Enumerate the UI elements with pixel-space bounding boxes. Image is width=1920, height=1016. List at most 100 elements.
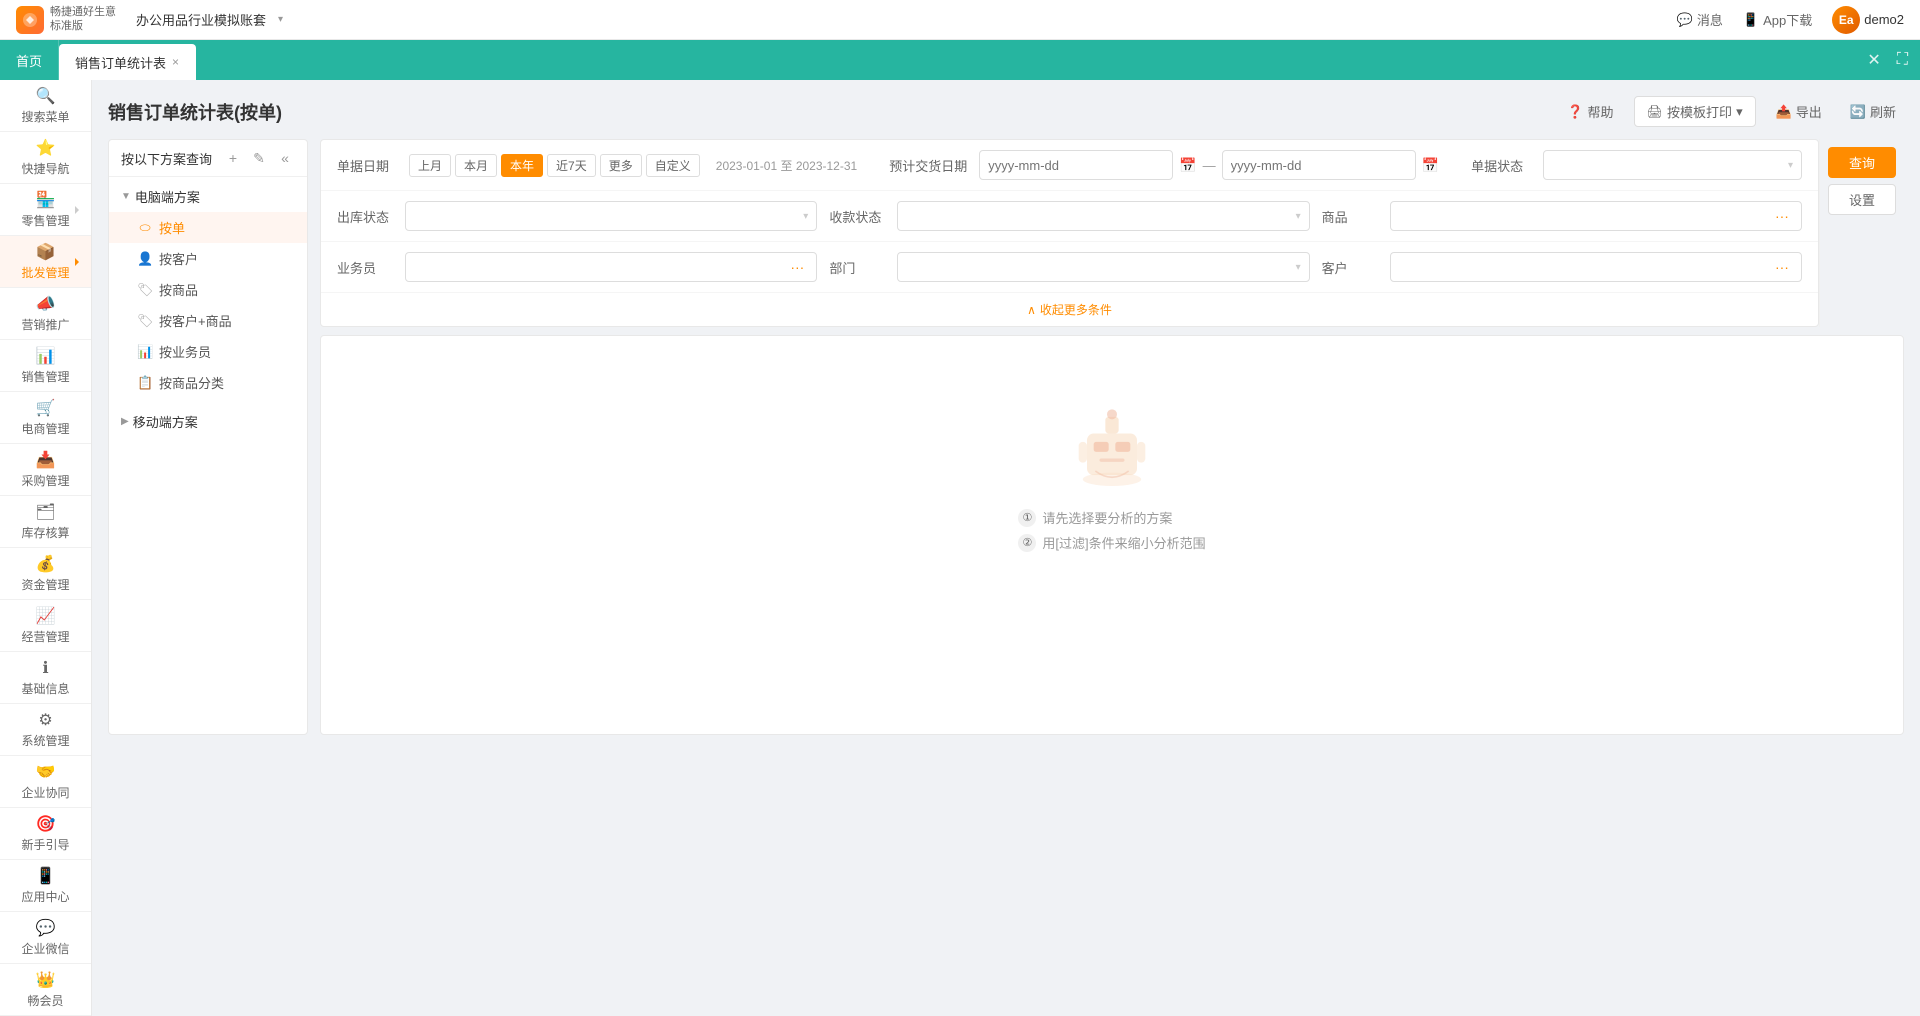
scheme-group-pc-header[interactable]: ▼ 电脑端方案 bbox=[109, 181, 307, 212]
purchase-icon: 📥 bbox=[36, 450, 56, 470]
sidebar-item-sales[interactable]: 📊 销售管理 bbox=[0, 340, 91, 392]
finance-icon: 💰 bbox=[36, 554, 56, 574]
salesperson-select[interactable]: ··· bbox=[405, 252, 817, 282]
sidebar-item-enterprise[interactable]: 🤝 企业协同 bbox=[0, 756, 91, 808]
scheme-group-mobile-header[interactable]: ▶ 移动端方案 bbox=[109, 406, 307, 437]
sidebar-item-quick-nav[interactable]: ⭐ 快捷导航 bbox=[0, 132, 91, 184]
logo-icon bbox=[16, 6, 44, 34]
tab-sales-order[interactable]: 销售订单统计表 × bbox=[59, 44, 196, 80]
doc-status-select[interactable]: ▾ bbox=[1543, 150, 1802, 180]
dept-select[interactable]: ▾ bbox=[897, 252, 1309, 282]
export-btn[interactable]: 📤 导出 bbox=[1768, 98, 1830, 125]
sidebar-item-operations[interactable]: 📈 经营管理 bbox=[0, 600, 91, 652]
this-month-btn[interactable]: 本月 bbox=[455, 154, 497, 177]
sidebar-item-system[interactable]: ⚙ 系统管理 bbox=[0, 704, 91, 756]
customer-ellipsis-btn[interactable]: ··· bbox=[1771, 259, 1793, 275]
empty-illustration bbox=[1062, 396, 1162, 496]
expected-date-from[interactable] bbox=[979, 150, 1173, 180]
sidebar-item-finance[interactable]: 💰 资金管理 bbox=[0, 548, 91, 600]
expected-date-to[interactable] bbox=[1222, 150, 1416, 180]
app-download-action[interactable]: 📱 App下载 bbox=[1743, 10, 1812, 29]
scheme-add-btn[interactable]: + bbox=[223, 148, 243, 168]
sidebar-item-corpwechat[interactable]: 💬 企业微信 bbox=[0, 912, 91, 964]
help-btn[interactable]: ❓ 帮助 bbox=[1559, 98, 1621, 125]
customer-select[interactable]: ··· bbox=[1390, 252, 1802, 282]
expected-date-to-icon[interactable]: 📅 bbox=[1422, 157, 1439, 174]
sidebar-item-appcenter[interactable]: 📱 应用中心 bbox=[0, 860, 91, 912]
tab-bar: 首页 销售订单统计表 × ✕ ⛶ bbox=[0, 40, 1920, 80]
last7days-btn[interactable]: 近7天 bbox=[547, 154, 596, 177]
sidebar-item-newbie[interactable]: 🎯 新手引导 bbox=[0, 808, 91, 860]
scheme-item-by-sales[interactable]: 📊 按业务员 bbox=[109, 336, 307, 367]
scheme-edit-btn[interactable]: ✎ bbox=[249, 148, 269, 168]
retail-icon: 🏪 bbox=[36, 190, 56, 210]
help-icon: ❓ bbox=[1567, 104, 1583, 120]
workspace-title: 办公用品行业模拟账套 bbox=[136, 10, 266, 29]
scheme-group-mobile: ▶ 移动端方案 bbox=[109, 402, 307, 441]
scheme-item-by-order[interactable]: ⬭ 按单 bbox=[109, 212, 307, 243]
scheme-item-by-customer[interactable]: 👤 按客户 bbox=[109, 243, 307, 274]
sidebar-item-basics[interactable]: ℹ 基础信息 bbox=[0, 652, 91, 704]
scheme-item-by-goods[interactable]: 🏷 按商品 bbox=[109, 274, 307, 305]
sidebar-item-retail[interactable]: 🏪 零售管理 bbox=[0, 184, 91, 236]
expected-date-range: 📅 — 📅 bbox=[979, 150, 1439, 180]
empty-tip-2: ② 用[过滤]条件来缩小分析范围 bbox=[1018, 533, 1205, 552]
expected-date-from-icon[interactable]: 📅 bbox=[1179, 157, 1196, 174]
payment-status-select[interactable]: ▾ bbox=[897, 201, 1309, 231]
tab-close-icon[interactable]: × bbox=[172, 55, 179, 69]
refresh-btn[interactable]: 🔄 刷新 bbox=[1842, 98, 1904, 125]
message-action[interactable]: 💬 消息 bbox=[1677, 10, 1723, 29]
print-btn[interactable]: 🖨 按模板打印 ▾ bbox=[1634, 96, 1756, 127]
scheme-item-by-cust-goods[interactable]: 🏷 按客户+商品 bbox=[109, 305, 307, 336]
sidebar-item-inventory[interactable]: 🗂 库存核算 bbox=[0, 496, 91, 548]
print-icon: 🖨 bbox=[1647, 104, 1664, 120]
scheme-group-mobile-arrow: ▶ bbox=[121, 416, 129, 427]
sidebar-item-search-menu[interactable]: 🔍 搜索菜单 bbox=[0, 80, 91, 132]
print-dropdown-icon: ▾ bbox=[1736, 104, 1743, 120]
salesperson-ellipsis-btn[interactable]: ··· bbox=[786, 259, 808, 275]
workspace-dropdown-icon[interactable]: ▾ bbox=[278, 14, 283, 25]
operations-icon: 📈 bbox=[36, 606, 56, 626]
tab-home[interactable]: 首页 bbox=[0, 40, 59, 80]
user-area[interactable]: Ea demo2 bbox=[1832, 6, 1904, 34]
filter-row-status: 出库状态 ▾ 收款状态 ▾ bbox=[321, 191, 1818, 242]
filter-right-area: 单据日期 上月 本月 本年 近7天 更多 自定义 2023-01-01 至 20… bbox=[320, 139, 1904, 735]
main-layout: 🔍 搜索菜单 ⭐ 快捷导航 🏪 零售管理 📦 批发管理 📣 营销推广 📊 销售管… bbox=[0, 80, 1920, 1016]
doc-status-arrow-icon: ▾ bbox=[1788, 160, 1793, 171]
scheme-collapse-btn[interactable]: « bbox=[275, 148, 295, 168]
expected-date-label: 预计交货日期 bbox=[889, 156, 967, 175]
last-month-btn[interactable]: 上月 bbox=[409, 154, 451, 177]
ship-status-arrow-icon: ▾ bbox=[803, 211, 808, 222]
empty-state: ① 请先选择要分析的方案 ② 用[过滤]条件来缩小分析范围 bbox=[321, 336, 1903, 612]
refresh-icon: 🔄 bbox=[1850, 104, 1866, 120]
sidebar-item-wholesale[interactable]: 📦 批发管理 bbox=[0, 236, 91, 288]
scheme-item-by-category[interactable]: 📋 按商品分类 bbox=[109, 367, 307, 398]
query-btn[interactable]: 查询 bbox=[1828, 147, 1896, 178]
customer-label: 客户 bbox=[1322, 258, 1382, 277]
sidebar-item-purchase[interactable]: 📥 采购管理 bbox=[0, 444, 91, 496]
window-expand-btn[interactable]: ⛶ bbox=[1893, 47, 1912, 73]
goods-select[interactable]: ··· bbox=[1390, 201, 1802, 231]
sidebar-item-member[interactable]: 👑 畅会员 bbox=[0, 964, 91, 1016]
collapse-bar[interactable]: ∧ 收起更多条件 bbox=[321, 293, 1818, 326]
goods-ellipsis-btn[interactable]: ··· bbox=[1771, 208, 1793, 224]
this-year-btn[interactable]: 本年 bbox=[501, 154, 543, 177]
tip-num-2: ② bbox=[1018, 534, 1036, 552]
custom-date-btn[interactable]: 自定义 bbox=[646, 154, 700, 177]
payment-status-field: 收款状态 ▾ bbox=[829, 201, 1309, 231]
window-close-btn[interactable]: ✕ bbox=[1863, 46, 1884, 74]
username: demo2 bbox=[1864, 12, 1904, 27]
more-date-btn[interactable]: 更多 bbox=[600, 154, 642, 177]
sidebar-item-marketing[interactable]: 📣 营销推广 bbox=[0, 288, 91, 340]
empty-tips: ① 请先选择要分析的方案 ② 用[过滤]条件来缩小分析范围 bbox=[1018, 508, 1205, 552]
header-right: 💬 消息 📱 App下载 Ea demo2 bbox=[1677, 6, 1904, 34]
date-label: 单据日期 bbox=[337, 156, 397, 175]
scheme-header: 按以下方案查询 + ✎ « bbox=[109, 140, 307, 177]
scheme-group-pc: ▼ 电脑端方案 ⬭ 按单 👤 按客户 🏷 按商品 bbox=[109, 177, 307, 402]
customer-field: 客户 ··· bbox=[1322, 252, 1802, 282]
ship-status-select[interactable]: ▾ bbox=[405, 201, 817, 231]
filter-row-date: 单据日期 上月 本月 本年 近7天 更多 自定义 2023-01-01 至 20… bbox=[321, 140, 1818, 191]
sidebar-item-ecom[interactable]: 🛒 电商管理 bbox=[0, 392, 91, 444]
settings-btn[interactable]: 设置 bbox=[1828, 184, 1896, 215]
scheme-header-title: 按以下方案查询 bbox=[121, 149, 215, 168]
